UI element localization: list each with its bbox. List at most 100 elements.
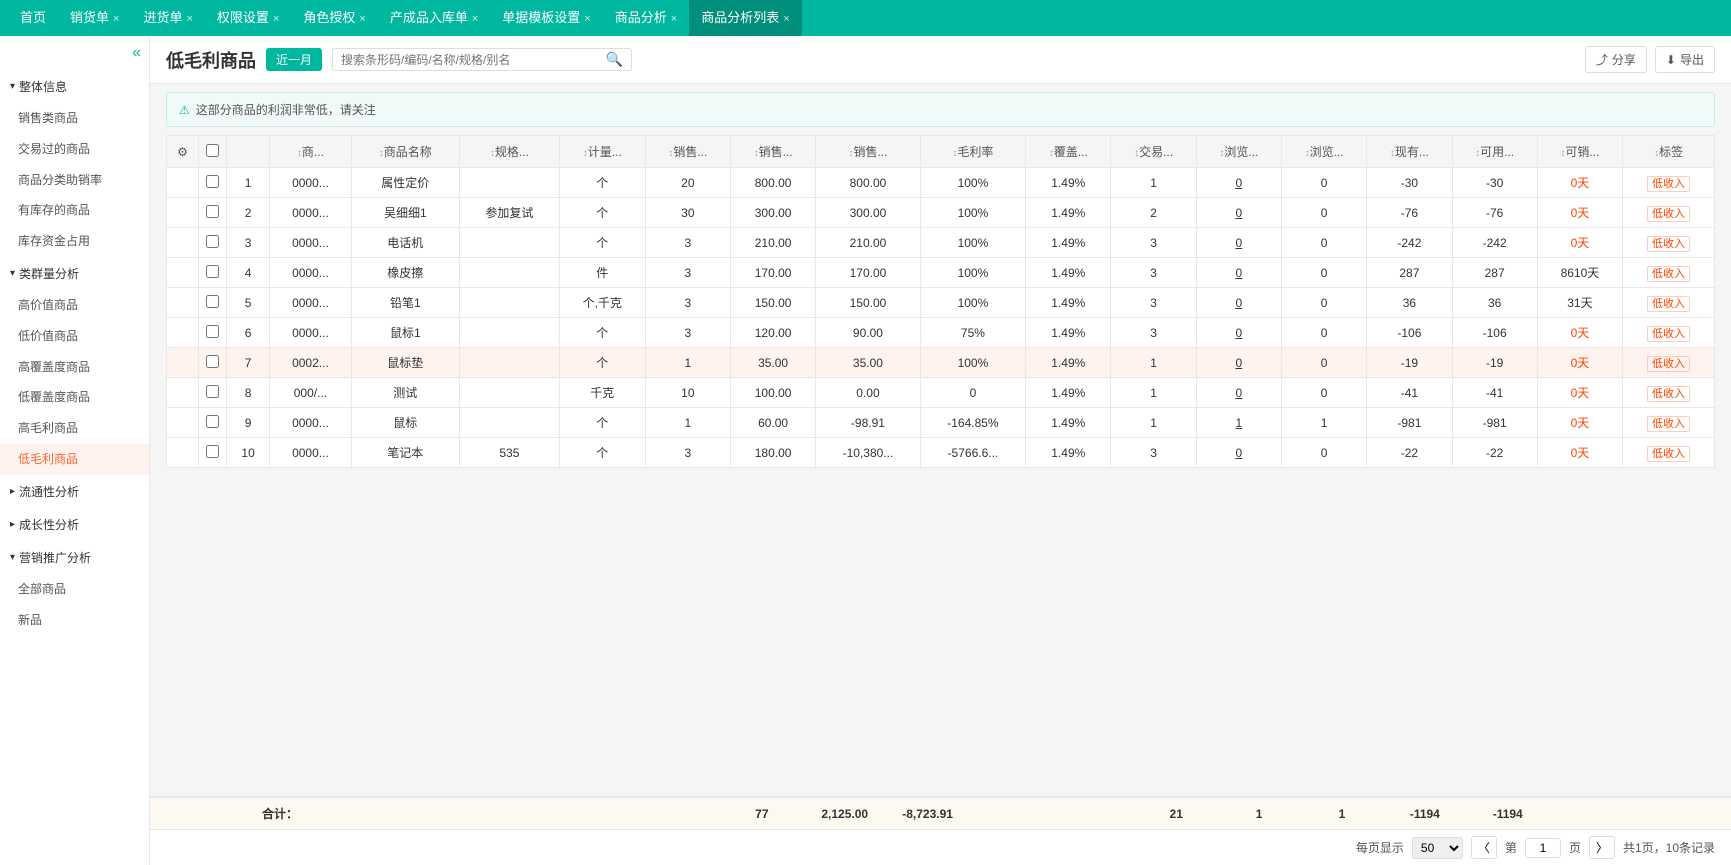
main-content: 低毛利商品 近一月 🔍 ⤴ 分享 ⬇ 导出 ⚠ 这部分商品的利润非常低，请关注 <box>150 36 1731 865</box>
table-row: 7 0002... 鼠标垫 个 1 35.00 35.00 100% 1.49%… <box>167 348 1715 378</box>
share-button[interactable]: ⤴ 分享 <box>1585 46 1647 73</box>
th-code[interactable]: 商... <box>270 136 351 168</box>
row-check[interactable] <box>199 378 227 408</box>
nav-home[interactable]: 首页 <box>8 0 58 36</box>
th-unit[interactable]: 计量... <box>559 136 645 168</box>
row-check[interactable] <box>199 348 227 378</box>
th-sales-profit[interactable]: 销售... <box>816 136 920 168</box>
search-input[interactable] <box>341 53 606 67</box>
table-row: 5 0000... 铅笔1 个,千克 3 150.00 150.00 100% … <box>167 288 1715 318</box>
th-sales-qty[interactable]: 销售... <box>645 136 730 168</box>
row-settings <box>167 318 199 348</box>
row-view1[interactable]: 0 <box>1196 228 1281 258</box>
nav-template-settings[interactable]: 单据模板设置× <box>490 0 602 36</box>
share-icon: ⤴ <box>1596 51 1608 68</box>
row-available: -22 <box>1452 438 1537 468</box>
row-name: 电话机 <box>351 228 459 258</box>
th-check[interactable] <box>199 136 227 168</box>
row-view1[interactable]: 0 <box>1196 258 1281 288</box>
th-view2[interactable]: 浏览... <box>1281 136 1366 168</box>
row-saleable-days: 0天 <box>1537 378 1622 408</box>
sidebar-item-stock-capital[interactable]: 库存资金占用 <box>0 226 149 257</box>
prev-page-button[interactable]: 〈 <box>1471 836 1497 859</box>
row-view1[interactable]: 0 <box>1196 198 1281 228</box>
page-label: 第 <box>1505 839 1517 856</box>
row-check[interactable] <box>199 228 227 258</box>
table-row: 8 000/... 测试 千克 10 100.00 0.00 0 1.49% 1… <box>167 378 1715 408</box>
nav-role-auth[interactable]: 角色授权× <box>291 0 377 36</box>
sidebar-group-growth[interactable]: ▸成长性分析 <box>0 508 149 541</box>
row-check[interactable] <box>199 288 227 318</box>
sidebar-item-high-value[interactable]: 高价值商品 <box>0 290 149 321</box>
row-view1[interactable]: 0 <box>1196 348 1281 378</box>
check-all[interactable] <box>206 144 219 157</box>
row-sales-profit: 210.00 <box>816 228 920 258</box>
nav-purchase-order[interactable]: 进货单× <box>131 0 204 36</box>
pagination-bar: 每页显示 50 100 200 〈 第 页 〉 共1页，10条记录 <box>150 829 1731 865</box>
th-saleable-days[interactable]: 可销... <box>1537 136 1622 168</box>
row-code: 0000... <box>270 318 351 348</box>
row-check[interactable] <box>199 438 227 468</box>
th-spec[interactable]: 规格... <box>459 136 559 168</box>
th-tag[interactable]: 标签 <box>1623 136 1715 168</box>
nav-sales-order[interactable]: 销货单× <box>58 0 131 36</box>
th-gross-margin[interactable]: 毛利率 <box>920 136 1026 168</box>
row-check[interactable] <box>199 408 227 438</box>
row-view1[interactable]: 0 <box>1196 318 1281 348</box>
sidebar-item-low-coverage[interactable]: 低覆盖度商品 <box>0 382 149 413</box>
th-current-stock[interactable]: 现有... <box>1367 136 1452 168</box>
search-icon[interactable]: 🔍 <box>606 51 623 68</box>
sidebar-group-marketing[interactable]: ▾营销推广分析 <box>0 541 149 574</box>
nav-permissions[interactable]: 权限设置× <box>205 0 291 36</box>
sidebar-group-circulation[interactable]: ▸流通性分析 <box>0 475 149 508</box>
row-view1[interactable]: 0 <box>1196 168 1281 198</box>
nav-product-warehousing[interactable]: 产成品入库单× <box>378 0 490 36</box>
sidebar-item-category-assist[interactable]: 商品分类助销率 <box>0 165 149 196</box>
row-sales-qty: 3 <box>645 228 730 258</box>
row-coverage: 1.49% <box>1026 438 1111 468</box>
row-view1[interactable]: 0 <box>1196 288 1281 318</box>
row-unit: 个 <box>559 228 645 258</box>
row-code: 0000... <box>270 198 351 228</box>
row-coverage: 1.49% <box>1026 198 1111 228</box>
th-settings[interactable]: ⚙ <box>167 136 199 168</box>
row-check[interactable] <box>199 318 227 348</box>
th-sales-price[interactable]: 销售... <box>730 136 815 168</box>
sidebar-item-traded-products[interactable]: 交易过的商品 <box>0 134 149 165</box>
sidebar-item-sales-products[interactable]: 销售类商品 <box>0 103 149 134</box>
row-coverage: 1.49% <box>1026 168 1111 198</box>
row-gross-margin: 75% <box>920 318 1026 348</box>
nav-product-analysis-list[interactable]: 商品分析列表× <box>689 0 801 36</box>
next-page-button[interactable]: 〉 <box>1589 836 1615 859</box>
nav-product-analysis[interactable]: 商品分析× <box>603 0 689 36</box>
footer-sales-qty: 77 <box>720 807 803 821</box>
page-number-input[interactable] <box>1525 838 1561 858</box>
th-name[interactable]: 商品名称 <box>351 136 459 168</box>
period-button[interactable]: 近一月 <box>266 48 322 71</box>
row-view1[interactable]: 0 <box>1196 438 1281 468</box>
sidebar-item-high-coverage[interactable]: 高覆盖度商品 <box>0 352 149 383</box>
sidebar-item-low-value[interactable]: 低价值商品 <box>0 321 149 352</box>
th-coverage[interactable]: 覆盖... <box>1026 136 1111 168</box>
sidebar-item-stock-products[interactable]: 有库存的商品 <box>0 195 149 226</box>
row-check[interactable] <box>199 258 227 288</box>
sidebar-item-high-margin[interactable]: 高毛利商品 <box>0 413 149 444</box>
th-trade[interactable]: 交易... <box>1111 136 1196 168</box>
sidebar-item-new-products[interactable]: 新品 <box>0 605 149 636</box>
sidebar-group-overall[interactable]: ▾整体信息 <box>0 70 149 103</box>
top-navigation: 首页 销货单× 进货单× 权限设置× 角色授权× 产成品入库单× 单据模板设置×… <box>0 0 1731 36</box>
row-check[interactable] <box>199 168 227 198</box>
row-view1[interactable]: 1 <box>1196 408 1281 438</box>
sidebar-group-cluster[interactable]: ▾类群量分析 <box>0 257 149 290</box>
per-page-select[interactable]: 50 100 200 <box>1412 837 1463 859</box>
th-view1[interactable]: 浏览... <box>1196 136 1281 168</box>
sidebar-collapse-btn[interactable]: « <box>0 36 149 70</box>
export-button[interactable]: ⬇ 导出 <box>1655 46 1715 73</box>
sidebar-item-all-products[interactable]: 全部商品 <box>0 574 149 605</box>
row-check[interactable] <box>199 198 227 228</box>
th-available[interactable]: 可用... <box>1452 136 1537 168</box>
row-gross-margin: 100% <box>920 228 1026 258</box>
sidebar-item-low-margin[interactable]: 低毛利商品 <box>0 444 149 475</box>
row-coverage: 1.49% <box>1026 378 1111 408</box>
row-view1[interactable]: 0 <box>1196 378 1281 408</box>
